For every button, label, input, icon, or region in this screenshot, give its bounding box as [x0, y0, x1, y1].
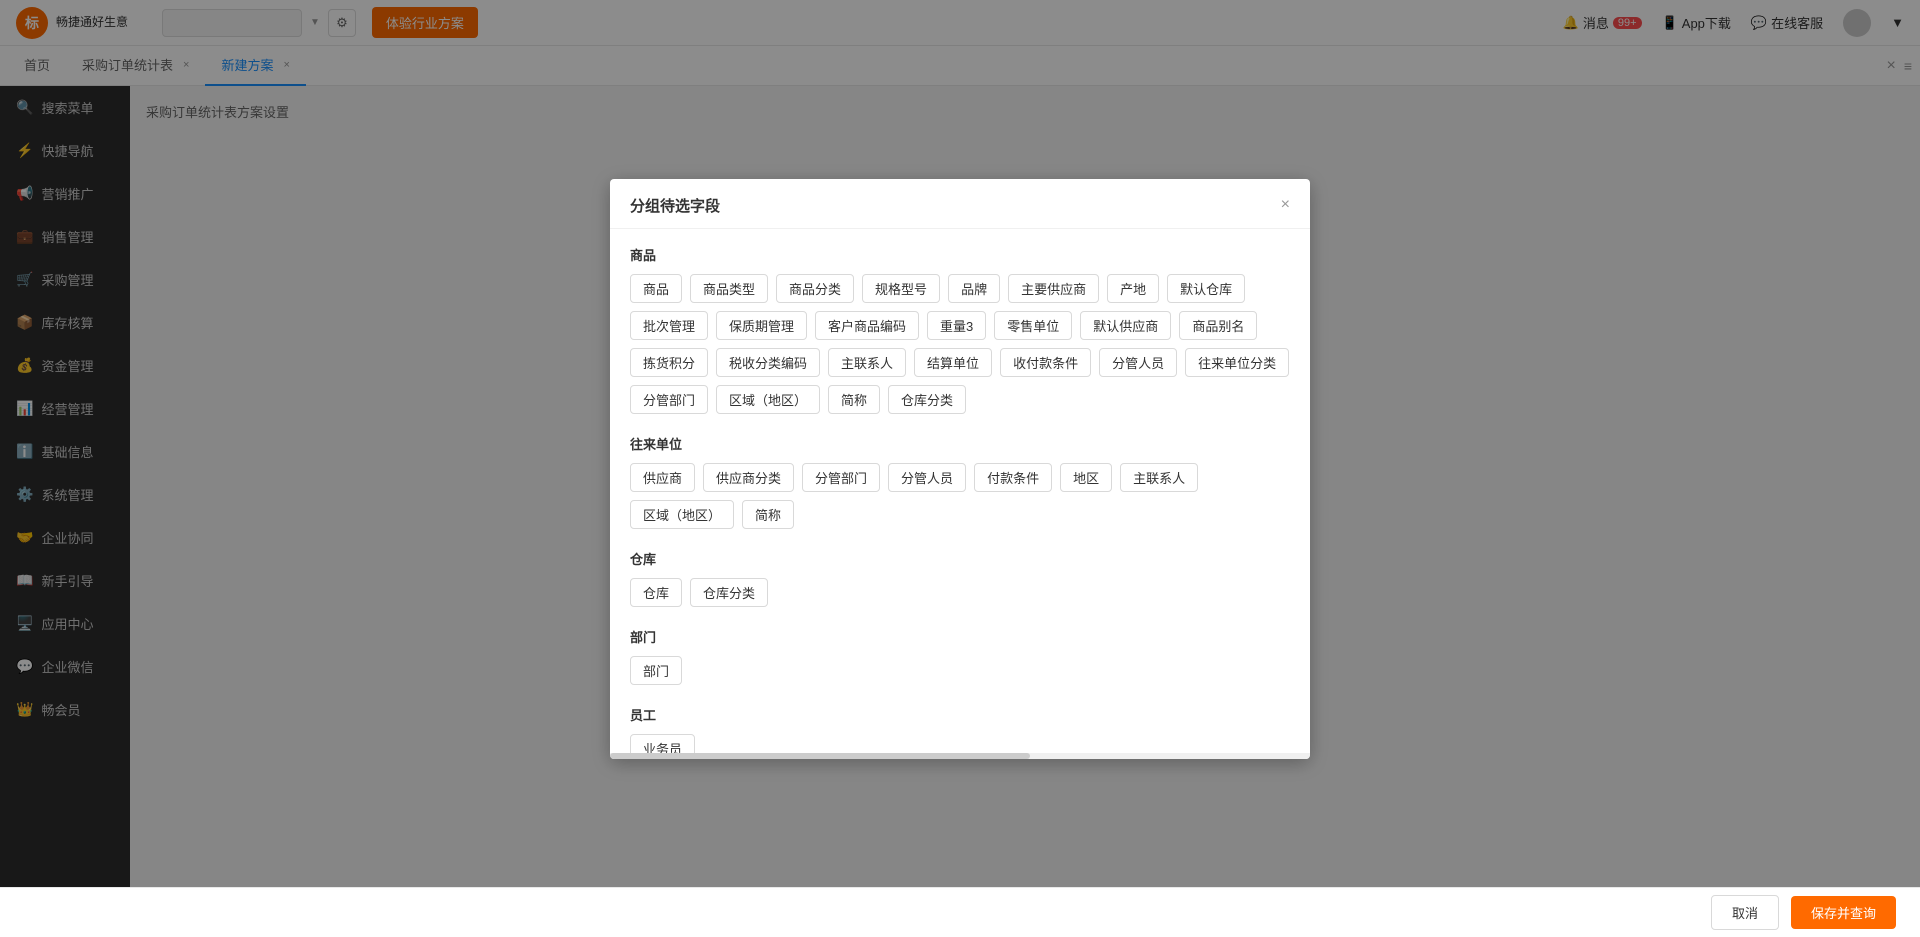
dialog: 分组待选字段 × 商品 商品 商品类型 商品分类 规格型号 品牌 主要供应商 产…	[610, 179, 1310, 759]
field-chip[interactable]: 主联系人	[1120, 463, 1198, 492]
field-chip[interactable]: 保质期管理	[716, 311, 807, 340]
field-chip[interactable]: 业务员	[630, 734, 695, 753]
section-warehouse-title: 仓库	[630, 549, 1290, 568]
section-warehouse: 仓库 仓库 仓库分类	[630, 549, 1290, 607]
overlay: 分组待选字段 × 商品 商品 商品类型 商品分类 规格型号 品牌 主要供应商 产…	[0, 0, 1920, 937]
field-chip[interactable]: 部门	[630, 656, 682, 685]
field-chip[interactable]: 商品类型	[690, 274, 768, 303]
field-chip[interactable]: 仓库	[630, 578, 682, 607]
field-chip[interactable]: 付款条件	[974, 463, 1052, 492]
field-chip[interactable]: 结算单位	[914, 348, 992, 377]
dialog-header: 分组待选字段 ×	[610, 179, 1310, 229]
dialog-title: 分组待选字段	[630, 195, 720, 216]
cancel-button[interactable]: 取消	[1711, 895, 1779, 930]
field-chip[interactable]: 主要供应商	[1008, 274, 1099, 303]
field-chip[interactable]: 品牌	[948, 274, 1000, 303]
dialog-body[interactable]: 商品 商品 商品类型 商品分类 规格型号 品牌 主要供应商 产地 默认仓库 批次…	[610, 229, 1310, 753]
field-chip[interactable]: 地区	[1060, 463, 1112, 492]
save-button[interactable]: 保存并查询	[1791, 896, 1896, 929]
dialog-close-button[interactable]: ×	[1281, 196, 1290, 214]
field-chip[interactable]: 客户商品编码	[815, 311, 919, 340]
field-chip[interactable]: 仓库分类	[690, 578, 768, 607]
employee-field-grid: 业务员	[630, 734, 1290, 753]
field-chip[interactable]: 收付款条件	[1000, 348, 1091, 377]
bottom-bar: 取消 保存并查询	[0, 887, 1920, 937]
field-chip[interactable]: 默认仓库	[1167, 274, 1245, 303]
field-chip[interactable]: 商品分类	[776, 274, 854, 303]
section-product-title: 商品	[630, 245, 1290, 264]
field-chip[interactable]: 简称	[742, 500, 794, 529]
field-chip[interactable]: 分管人员	[1099, 348, 1177, 377]
field-chip[interactable]: 往来单位分类	[1185, 348, 1289, 377]
field-chip[interactable]: 零售单位	[994, 311, 1072, 340]
field-chip[interactable]: 重量3	[927, 311, 986, 340]
field-chip[interactable]: 仓库分类	[888, 385, 966, 414]
field-chip[interactable]: 主联系人	[828, 348, 906, 377]
field-chip[interactable]: 拣货积分	[630, 348, 708, 377]
field-chip[interactable]: 供应商	[630, 463, 695, 492]
section-product: 商品 商品 商品类型 商品分类 规格型号 品牌 主要供应商 产地 默认仓库 批次…	[630, 245, 1290, 414]
field-chip[interactable]: 商品	[630, 274, 682, 303]
product-field-grid: 商品 商品类型 商品分类 规格型号 品牌 主要供应商 产地 默认仓库 批次管理 …	[630, 274, 1290, 414]
field-chip[interactable]: 商品别名	[1179, 311, 1257, 340]
section-department-title: 部门	[630, 627, 1290, 646]
field-chip[interactable]: 产地	[1107, 274, 1159, 303]
field-chip[interactable]: 区域（地区）	[716, 385, 820, 414]
section-employee-title: 员工	[630, 705, 1290, 724]
dialog-scrollbar[interactable]	[610, 753, 1310, 759]
field-chip[interactable]: 批次管理	[630, 311, 708, 340]
field-chip[interactable]: 简称	[828, 385, 880, 414]
dialog-scrollbar-thumb	[610, 753, 1030, 759]
field-chip[interactable]: 税收分类编码	[716, 348, 820, 377]
field-chip[interactable]: 规格型号	[862, 274, 940, 303]
section-employee: 员工 业务员	[630, 705, 1290, 753]
department-field-grid: 部门	[630, 656, 1290, 685]
field-chip[interactable]: 分管部门	[802, 463, 880, 492]
field-chip[interactable]: 供应商分类	[703, 463, 794, 492]
field-chip[interactable]: 默认供应商	[1080, 311, 1171, 340]
partner-field-grid: 供应商 供应商分类 分管部门 分管人员 付款条件 地区 主联系人 区域（地区） …	[630, 463, 1290, 529]
section-partner: 往来单位 供应商 供应商分类 分管部门 分管人员 付款条件 地区 主联系人 区域…	[630, 434, 1290, 529]
section-department: 部门 部门	[630, 627, 1290, 685]
section-partner-title: 往来单位	[630, 434, 1290, 453]
field-chip[interactable]: 区域（地区）	[630, 500, 734, 529]
field-chip[interactable]: 分管人员	[888, 463, 966, 492]
warehouse-field-grid: 仓库 仓库分类	[630, 578, 1290, 607]
field-chip[interactable]: 分管部门	[630, 385, 708, 414]
